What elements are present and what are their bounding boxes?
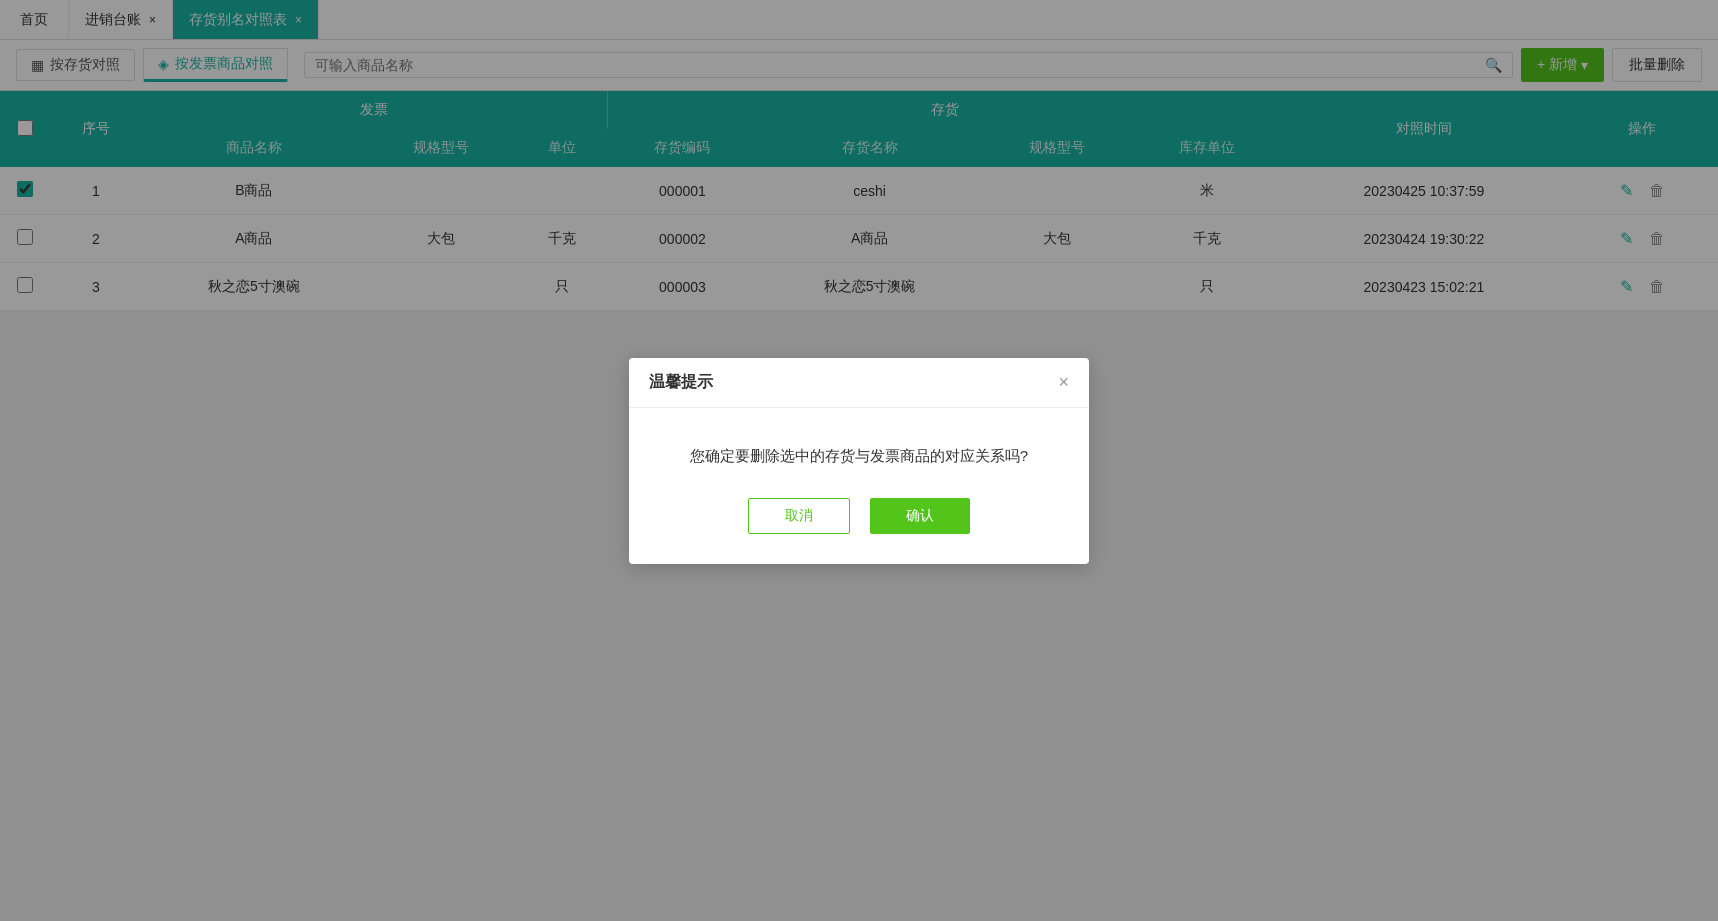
modal-overlay: 温馨提示 × 您确定要删除选中的存货与发票商品的对应关系吗? 取消 确认	[0, 0, 1718, 311]
